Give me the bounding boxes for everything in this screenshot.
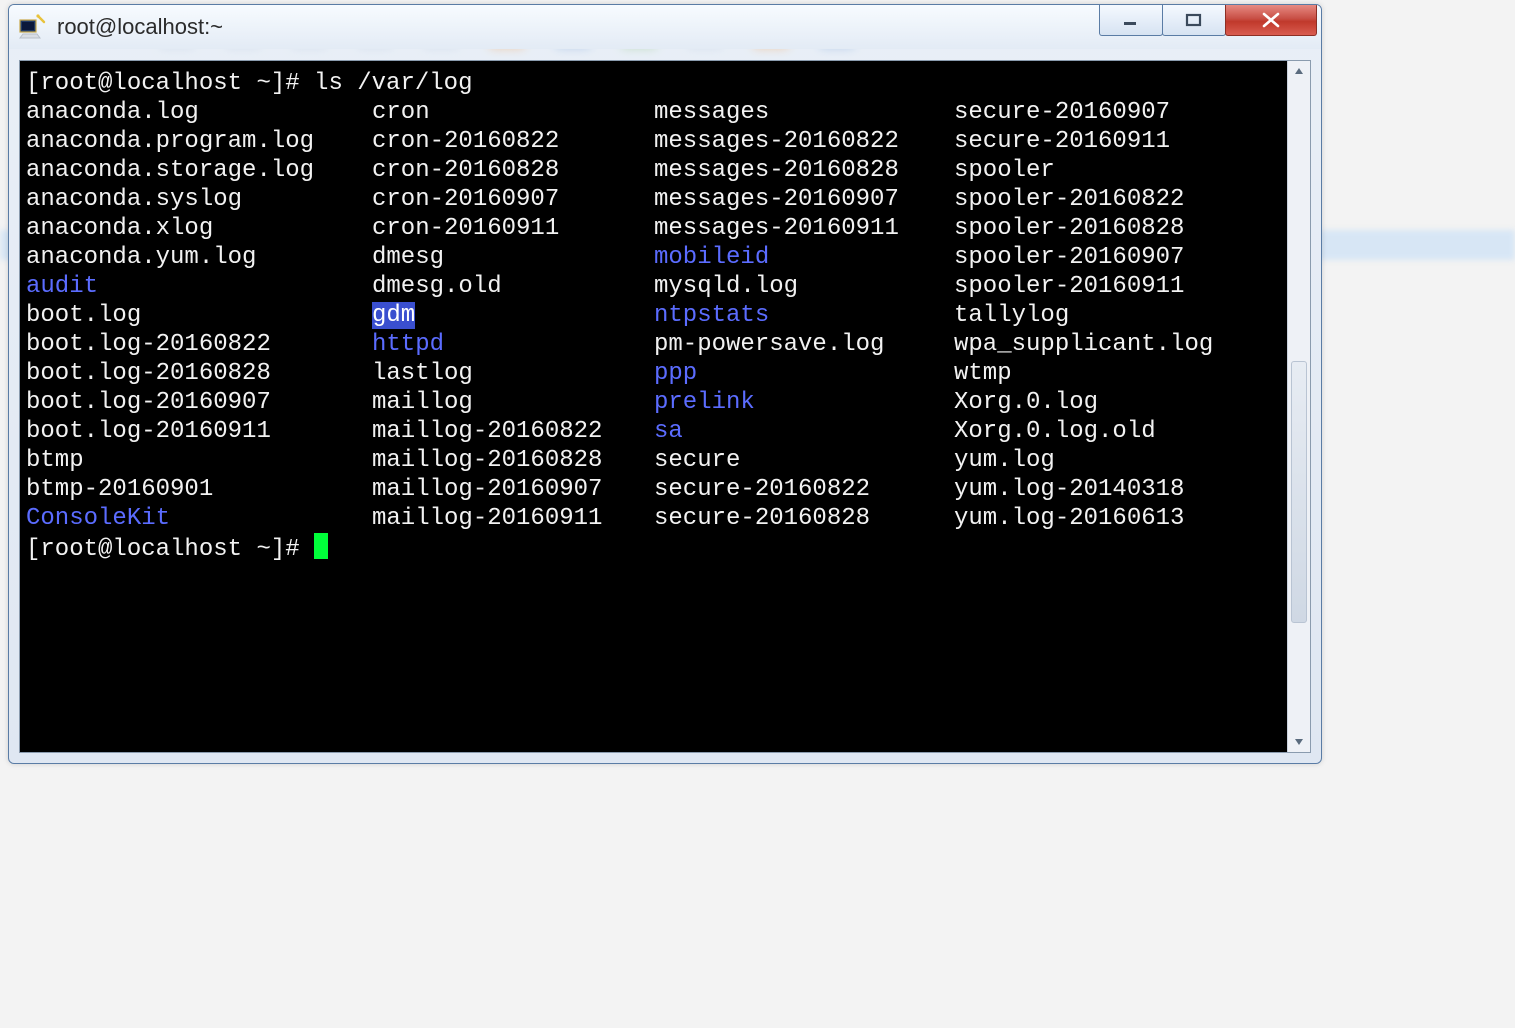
ls-entry-directory: ConsoleKit	[26, 504, 372, 533]
ls-entry-directory: gdm	[372, 301, 654, 330]
ls-entry-file: anaconda.program.log	[26, 127, 372, 156]
ls-entry-file: spooler-20160828	[954, 214, 1213, 243]
ls-entry-file: cron-20160828	[372, 156, 654, 185]
scrollbar-up-arrow[interactable]	[1288, 61, 1310, 81]
ls-entry-file: Xorg.0.log.old	[954, 417, 1213, 446]
ls-entry-file: wtmp	[954, 359, 1213, 388]
ls-column: messagesmessages-20160822messages-201608…	[654, 98, 954, 533]
putty-icon	[17, 12, 47, 42]
ls-entry-file: secure-20160822	[654, 475, 954, 504]
window-title: root@localhost:~	[57, 14, 223, 40]
shell-prompt: [root@localhost ~]#	[26, 536, 314, 563]
ls-entry-file: messages-20160907	[654, 185, 954, 214]
terminal-prompt-line: [root@localhost ~]#	[26, 533, 1283, 562]
ls-entry-file: cron-20160822	[372, 127, 654, 156]
ls-entry-file: mysqld.log	[654, 272, 954, 301]
vertical-scrollbar[interactable]	[1287, 61, 1310, 752]
ls-entry-file: spooler	[954, 156, 1213, 185]
titlebar[interactable]: root@localhost:~	[9, 5, 1321, 49]
ls-entry-file: secure	[654, 446, 954, 475]
ls-entry-file: anaconda.yum.log	[26, 243, 372, 272]
ls-entry-file: dmesg.old	[372, 272, 654, 301]
selected-text: gdm	[372, 302, 415, 329]
ls-entry-file: messages-20160911	[654, 214, 954, 243]
ls-entry-file: boot.log-20160822	[26, 330, 372, 359]
ls-entry-file: Xorg.0.log	[954, 388, 1213, 417]
ls-entry-file: anaconda.log	[26, 98, 372, 127]
scrollbar-thumb[interactable]	[1291, 361, 1307, 623]
ls-entry-file: cron	[372, 98, 654, 127]
scrollbar-down-arrow[interactable]	[1288, 732, 1310, 752]
ls-entry-file: maillog	[372, 388, 654, 417]
ls-entry-file: anaconda.syslog	[26, 185, 372, 214]
ls-entry-file: cron-20160911	[372, 214, 654, 243]
ls-column: anaconda.loganaconda.program.loganaconda…	[26, 98, 372, 533]
ls-entry-file: btmp-20160901	[26, 475, 372, 504]
ls-entry-file: boot.log	[26, 301, 372, 330]
ls-column: croncron-20160822cron-20160828cron-20160…	[372, 98, 654, 533]
minimize-button[interactable]	[1099, 5, 1163, 36]
ls-entry-file: boot.log-20160907	[26, 388, 372, 417]
ls-entry-file: secure-20160907	[954, 98, 1213, 127]
typed-command: ls /var/log	[314, 70, 472, 97]
ls-entry-file: wpa_supplicant.log	[954, 330, 1213, 359]
ls-entry-file: dmesg	[372, 243, 654, 272]
ls-entry-file: cron-20160907	[372, 185, 654, 214]
ls-output: anaconda.loganaconda.program.loganaconda…	[26, 98, 1283, 533]
ls-entry-file: spooler-20160822	[954, 185, 1213, 214]
ls-entry-file: yum.log-20160613	[954, 504, 1213, 533]
ls-entry-directory: prelink	[654, 388, 954, 417]
ls-entry-file: tallylog	[954, 301, 1213, 330]
ls-column: secure-20160907secure-20160911spoolerspo…	[954, 98, 1213, 533]
terminal-command-line: [root@localhost ~]# ls /var/log	[26, 69, 1283, 98]
ls-entry-file: maillog-20160822	[372, 417, 654, 446]
ls-entry-directory: httpd	[372, 330, 654, 359]
ls-entry-file: messages-20160822	[654, 127, 954, 156]
ls-entry-file: messages-20160828	[654, 156, 954, 185]
terminal-cursor	[314, 533, 328, 559]
ls-entry-file: spooler-20160911	[954, 272, 1213, 301]
ls-entry-file: boot.log-20160911	[26, 417, 372, 446]
ls-entry-file: maillog-20160911	[372, 504, 654, 533]
ls-entry-file: yum.log	[954, 446, 1213, 475]
ls-entry-file: pm-powersave.log	[654, 330, 954, 359]
shell-prompt: [root@localhost ~]#	[26, 70, 314, 97]
ls-entry-directory: sa	[654, 417, 954, 446]
ls-entry-file: messages	[654, 98, 954, 127]
ls-entry-file: maillog-20160907	[372, 475, 654, 504]
ls-entry-file: lastlog	[372, 359, 654, 388]
ls-entry-directory: audit	[26, 272, 372, 301]
ls-entry-directory: ppp	[654, 359, 954, 388]
ls-entry-file: anaconda.storage.log	[26, 156, 372, 185]
ls-entry-file: boot.log-20160828	[26, 359, 372, 388]
ls-entry-file: maillog-20160828	[372, 446, 654, 475]
close-button[interactable]	[1225, 5, 1317, 36]
ls-entry-directory: mobileid	[654, 243, 954, 272]
ls-entry-file: anaconda.xlog	[26, 214, 372, 243]
terminal[interactable]: [root@localhost ~]# ls /var/loganaconda.…	[20, 61, 1287, 752]
ls-entry-file: secure-20160911	[954, 127, 1213, 156]
ls-entry-file: yum.log-20140318	[954, 475, 1213, 504]
ls-entry-file: secure-20160828	[654, 504, 954, 533]
putty-window: root@localhost:~ [root@localhost ~]# ls …	[8, 4, 1322, 764]
client-area: [root@localhost ~]# ls /var/loganaconda.…	[19, 60, 1311, 753]
maximize-button[interactable]	[1162, 5, 1226, 36]
ls-entry-directory: ntpstats	[654, 301, 954, 330]
ls-entry-file: btmp	[26, 446, 372, 475]
ls-entry-file: spooler-20160907	[954, 243, 1213, 272]
